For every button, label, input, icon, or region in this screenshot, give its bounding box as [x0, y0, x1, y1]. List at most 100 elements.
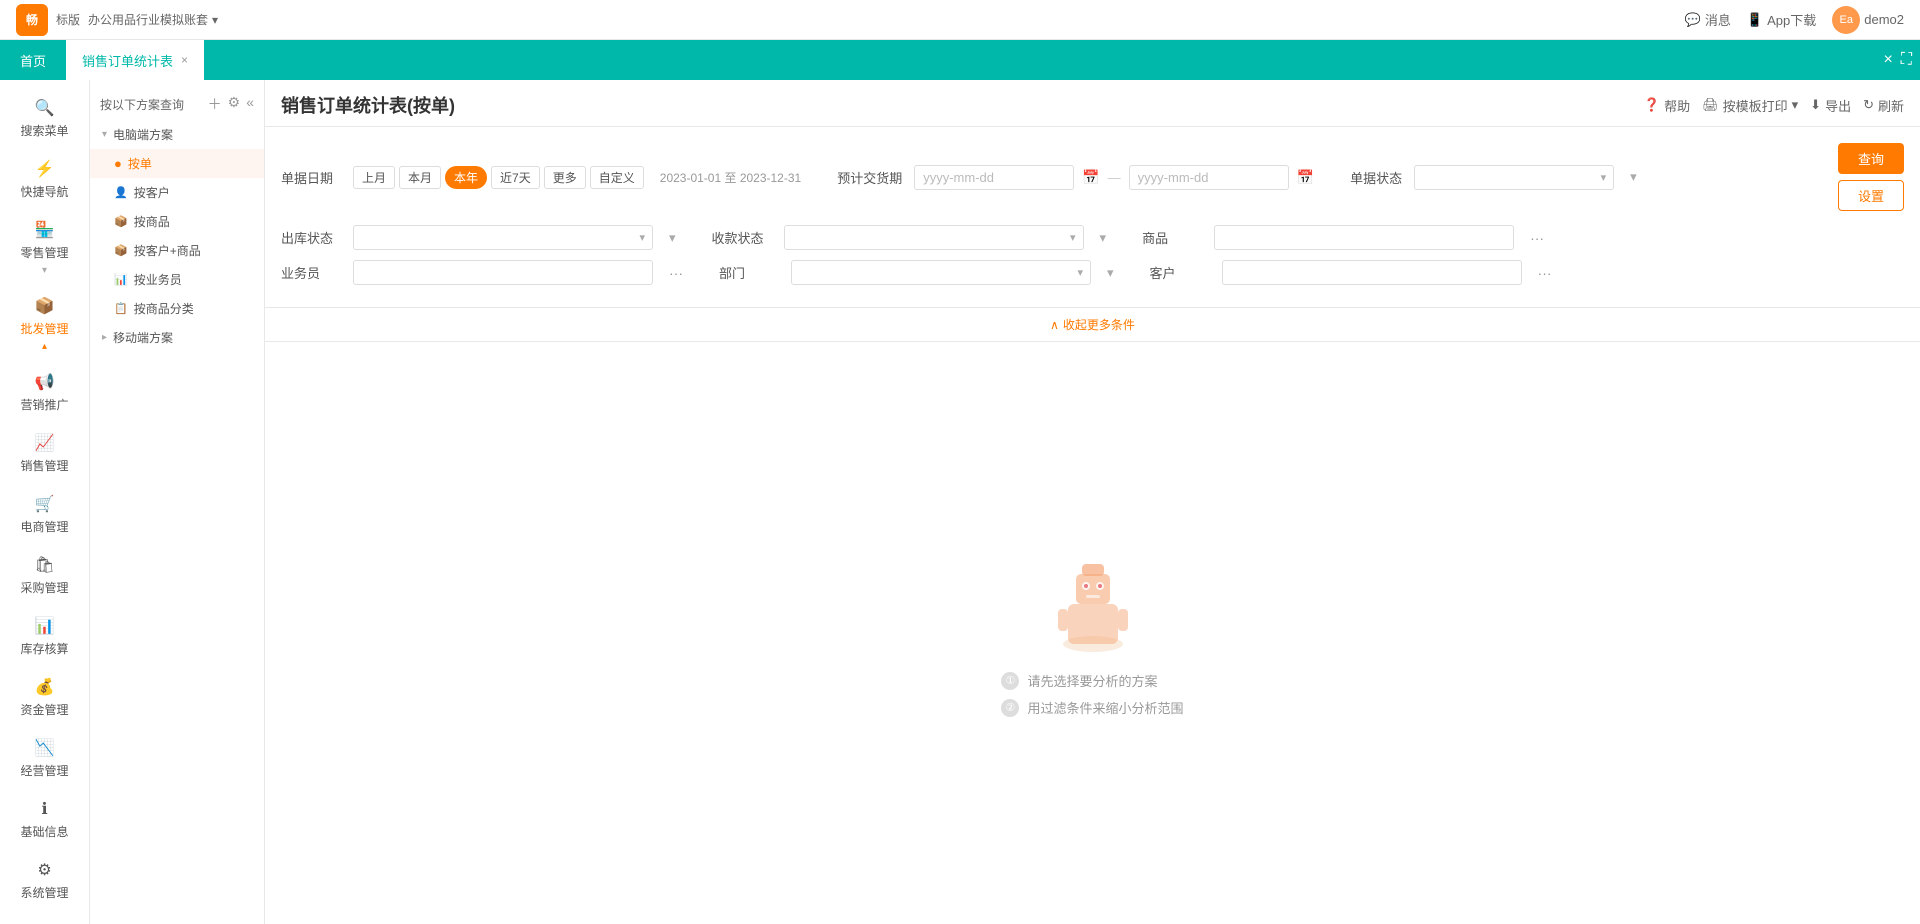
sidebar-item-search[interactable]: 🔍 搜索菜单 — [0, 88, 89, 149]
date-btn-this-year[interactable]: 本年 — [445, 166, 487, 189]
window-close-icon[interactable]: × — [1883, 51, 1892, 69]
expand-icon: ▴ — [42, 341, 47, 352]
receipt-status-select-wrapper — [784, 225, 1084, 250]
sidebar-item-basic-info[interactable]: ℹ 基础信息 — [0, 789, 89, 850]
goods-input[interactable] — [1214, 225, 1514, 250]
sidebar-item-label: 经营管理 — [20, 762, 68, 779]
customer-input[interactable] — [1222, 260, 1522, 285]
date-btn-more[interactable]: 更多 — [544, 166, 586, 189]
add-scheme-button[interactable]: ＋ — [208, 94, 222, 114]
date-separator: — — [1104, 170, 1125, 185]
app-icon: 📱 — [1747, 12, 1763, 28]
sidebar-item-quicknav[interactable]: ⚡ 快捷导航 — [0, 149, 89, 210]
expected-date-start[interactable] — [914, 165, 1074, 190]
window-expand-icon[interactable]: ⛶ — [1901, 51, 1912, 69]
sidebar-item-wholesale[interactable]: 📦 批发管理 ▴ — [0, 286, 89, 362]
tree-item-label: 按单 — [128, 155, 152, 172]
content-header: 销售订单统计表(按单) ❓ 帮助 🖨 按模板打印 ▾ ⬇ 导出 ↻ 刷新 — [265, 80, 1920, 127]
sidebar-item-enterprise[interactable]: 🤝 企业协同 — [0, 911, 89, 924]
message-button[interactable]: 💬 消息 — [1685, 10, 1731, 29]
page-title: 销售订单统计表(按单) — [281, 92, 455, 118]
date-btn-last-month[interactable]: 上月 — [353, 166, 395, 189]
topbar-right: 💬 消息 📱 App下载 Ea demo2 — [1685, 6, 1904, 34]
tree-item-by-customer-goods[interactable]: 📦 按客户+商品 — [90, 236, 264, 265]
by-salesperson-icon: 📊 — [114, 273, 128, 286]
sidebar-item-purchase[interactable]: 🛍 采购管理 — [0, 545, 89, 606]
expected-date-end[interactable] — [1129, 165, 1289, 190]
refresh-icon: ↻ — [1863, 97, 1874, 113]
date-buttons: 上月 本月 本年 近7天 更多 自定义 — [353, 166, 644, 189]
sidebar-item-finance[interactable]: 💰 资金管理 — [0, 667, 89, 728]
by-category-icon: 📋 — [114, 302, 128, 315]
customer-label: 客户 — [1150, 263, 1210, 282]
export-button[interactable]: ⬇ 导出 — [1810, 96, 1851, 115]
out-status-select[interactable] — [353, 225, 653, 250]
salesperson-input[interactable] — [353, 260, 653, 285]
query-button[interactable]: 查询 — [1838, 143, 1904, 174]
sidebar-item-label: 电商管理 — [20, 518, 68, 535]
sidebar: 🔍 搜索菜单 ⚡ 快捷导航 🏪 零售管理 ▾ 📦 批发管理 ▴ 📢 营销推广 📈… — [0, 80, 90, 924]
sidebar-item-inventory[interactable]: 📊 库存核算 — [0, 606, 89, 667]
left-panel-actions: ＋ ⚙ « — [208, 94, 254, 114]
refresh-button[interactable]: ↻ 刷新 — [1863, 96, 1904, 115]
collapse-bar[interactable]: ∧ 收起更多条件 — [265, 308, 1920, 342]
tree-parent-mobile[interactable]: ▸ 移动端方案 — [90, 323, 264, 352]
settings-scheme-button[interactable]: ⚙ — [228, 94, 241, 114]
empty-hints: ① 请先选择要分析的方案 ② 用过滤条件来缩小分析范围 — [1001, 671, 1183, 717]
tree-item-by-goods[interactable]: 📦 按商品 — [90, 207, 264, 236]
industry-dropdown[interactable]: 办公用品行业模拟账套 ▾ — [88, 11, 218, 28]
empty-state: ① 请先选择要分析的方案 ② 用过滤条件来缩小分析范围 — [265, 342, 1920, 924]
print-button[interactable]: 🖨 按模板打印 ▾ — [1702, 96, 1798, 115]
calendar-icon-end[interactable]: 📅 — [1297, 169, 1314, 186]
sidebar-item-ecommerce[interactable]: 🛒 电商管理 — [0, 484, 89, 545]
ecommerce-icon: 🛒 — [35, 494, 55, 514]
by-order-icon: ● — [114, 156, 122, 171]
operations-icon: 📉 — [35, 738, 55, 758]
sidebar-item-retail[interactable]: 🏪 零售管理 ▾ — [0, 210, 89, 286]
tree-item-label: 按商品 — [134, 213, 170, 230]
salesperson-ellipsis-button[interactable]: ··· — [669, 265, 683, 281]
empty-illustration — [1038, 549, 1148, 659]
sidebar-item-label: 零售管理 — [20, 244, 68, 261]
help-button[interactable]: ❓ 帮助 — [1644, 96, 1690, 115]
inventory-icon: 📊 — [35, 616, 55, 636]
tree-item-label: 按客户+商品 — [134, 242, 201, 259]
sidebar-item-operations[interactable]: 📉 经营管理 — [0, 728, 89, 789]
collapse-panel-button[interactable]: « — [246, 94, 254, 114]
status-select-wrapper — [1414, 165, 1614, 190]
collapse-icon: ∧ — [1050, 318, 1059, 332]
tree-item-by-customer[interactable]: 👤 按客户 — [90, 178, 264, 207]
date-btn-this-month[interactable]: 本月 — [399, 166, 441, 189]
department-select[interactable] — [791, 260, 1091, 285]
calendar-icon-start[interactable]: 📅 — [1082, 169, 1099, 186]
sidebar-item-label: 系统管理 — [20, 884, 68, 901]
salesperson-label: 业务员 — [281, 263, 341, 282]
customer-ellipsis-button[interactable]: ··· — [1538, 265, 1552, 281]
tree-item-by-category[interactable]: 📋 按商品分类 — [90, 294, 264, 323]
user-menu[interactable]: Ea demo2 — [1832, 6, 1904, 34]
tab-close-icon[interactable]: × — [181, 53, 188, 67]
sidebar-item-label: 库存核算 — [20, 640, 68, 657]
tab-sales-order-stats[interactable]: 销售订单统计表 × — [66, 40, 204, 80]
sidebar-item-sales[interactable]: 📈 销售管理 — [0, 423, 89, 484]
sidebar-item-label: 基础信息 — [20, 823, 68, 840]
logo: 畅 — [16, 4, 48, 36]
goods-ellipsis-button[interactable]: ··· — [1530, 230, 1544, 246]
status-dropdown-icon: ▾ — [1630, 169, 1637, 185]
app-download-button[interactable]: 📱 App下载 — [1747, 10, 1816, 29]
date-label: 单据日期 — [281, 168, 341, 187]
date-btn-custom[interactable]: 自定义 — [590, 166, 644, 189]
retail-icon: 🏪 — [35, 220, 55, 240]
receipt-status-select[interactable] — [784, 225, 1084, 250]
date-btn-7days[interactable]: 近7天 — [491, 166, 540, 189]
sidebar-item-label: 批发管理 — [20, 320, 68, 337]
tab-home[interactable]: 首页 — [0, 40, 66, 80]
tree-item-by-salesperson[interactable]: 📊 按业务员 — [90, 265, 264, 294]
sidebar-item-system[interactable]: ⚙ 系统管理 — [0, 850, 89, 911]
tree-parent-pc[interactable]: ▾ 电脑端方案 — [90, 120, 264, 149]
status-select[interactable] — [1414, 165, 1614, 190]
setting-button[interactable]: 设置 — [1838, 180, 1904, 211]
sidebar-item-marketing[interactable]: 📢 营销推广 — [0, 362, 89, 423]
tree-item-by-order[interactable]: ● 按单 — [90, 149, 264, 178]
header-actions: ❓ 帮助 🖨 按模板打印 ▾ ⬇ 导出 ↻ 刷新 — [1644, 96, 1904, 115]
